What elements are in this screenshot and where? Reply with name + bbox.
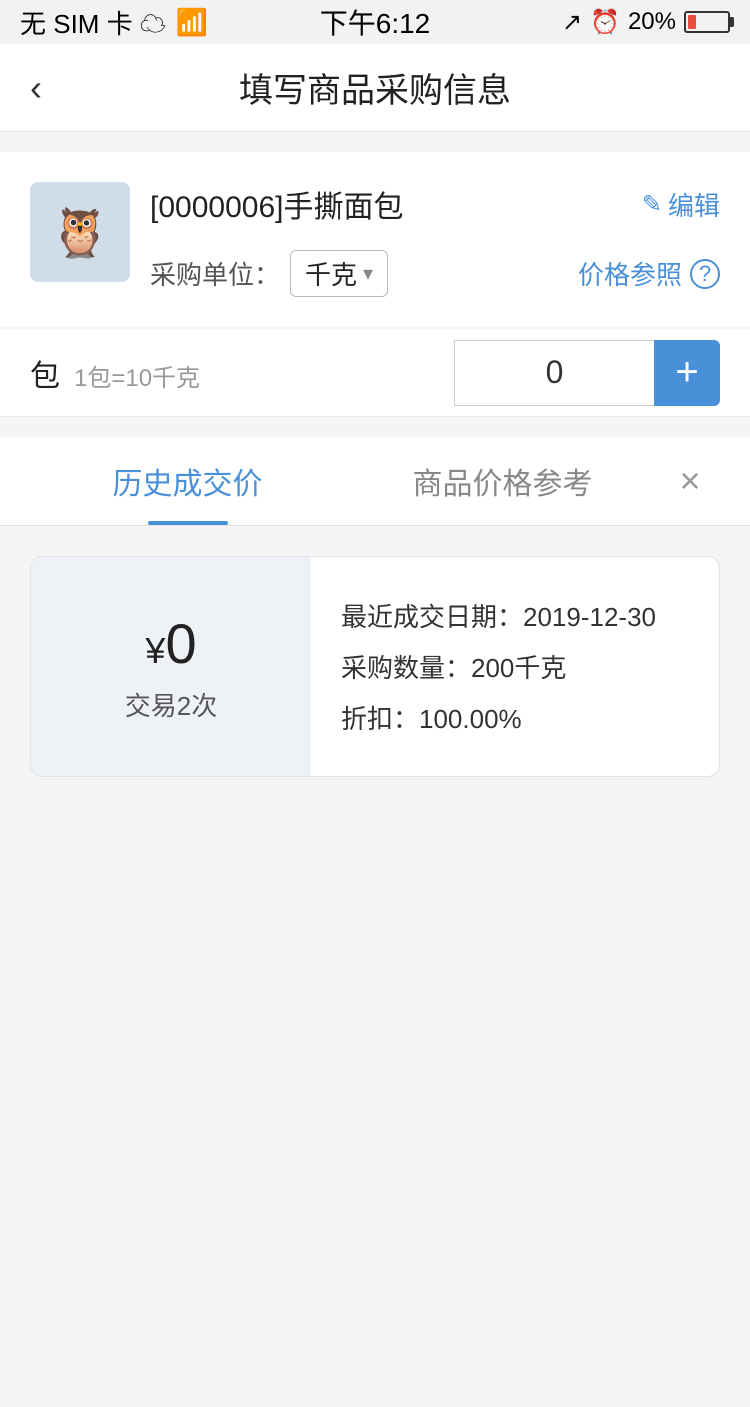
bottom-space — [0, 807, 750, 1407]
unit-left: 采购单位： 千克 ▾ — [150, 250, 388, 297]
quantity-section: 包 1包=10千克 0 + — [0, 329, 750, 417]
product-id: [0000006] — [150, 191, 283, 224]
edit-icon: ✎ — [642, 190, 662, 219]
question-icon: ? — [690, 259, 720, 289]
nav-bar: ‹ 填写商品采购信息 — [0, 44, 750, 132]
price-ref-label: 价格参照 — [578, 255, 682, 292]
quantity-unit-name: 包 — [30, 351, 60, 395]
latest-date-row: 最近成交日期：2019-12-30 — [341, 597, 689, 634]
page-title: 填写商品采购信息 — [239, 63, 511, 112]
battery-icon — [684, 11, 730, 33]
unit-value: 千克 — [305, 255, 357, 292]
price-value: 0 — [165, 612, 196, 675]
product-name-row: [0000006]手撕面包 ✎ 编辑 — [150, 182, 720, 226]
latest-date-value: 2019-12-30 — [523, 602, 656, 632]
product-card: 🦉 [0000006]手撕面包 ✎ 编辑 采购单位： 千克 ▾ 价格参照 — [0, 152, 750, 327]
wifi-icon: 📶 — [176, 7, 208, 38]
tab-historical-price-label: 历史成交价 — [113, 459, 263, 503]
latest-date-label: 最近成交日期： — [341, 602, 523, 632]
product-info: [0000006]手撕面包 ✎ 编辑 采购单位： 千克 ▾ 价格参照 ? — [150, 182, 720, 297]
alarm-icon: ⏰ — [590, 8, 620, 37]
status-right: ↗ ⏰ 20% — [562, 8, 730, 37]
tabs-header: 历史成交价 商品价格参考 × — [0, 437, 750, 525]
unit-label: 采购单位： — [150, 255, 280, 292]
product-title: 手撕面包 — [283, 191, 403, 224]
tabs-close-button[interactable]: × — [660, 437, 720, 525]
quantity-input[interactable]: 0 — [454, 340, 654, 406]
chevron-down-icon: ▾ — [363, 261, 373, 286]
quantity-input-group: 0 + — [454, 340, 720, 406]
quantity-value: 0 — [546, 354, 564, 391]
location-icon: ↗ — [562, 8, 582, 37]
tab-active-indicator — [148, 521, 228, 525]
status-time: 下午6:12 — [320, 2, 431, 42]
tab-historical-price[interactable]: 历史成交价 — [30, 437, 345, 525]
status-left: 无 SIM 卡 ☁ 📶 — [20, 4, 208, 41]
tab-product-price-ref-label: 商品价格参考 — [413, 459, 593, 503]
status-bar: 无 SIM 卡 ☁ 📶 下午6:12 ↗ ⏰ 20% — [0, 0, 750, 44]
quantity-conversion: 1包=10千克 — [74, 358, 200, 393]
price-amount: ¥0 — [145, 611, 196, 676]
product-name: [0000006]手撕面包 — [150, 182, 403, 226]
purchase-qty-label: 采购数量： — [341, 653, 471, 683]
product-thumbnail: 🦉 — [30, 182, 130, 282]
discount-value: 100.00% — [419, 704, 522, 734]
price-card: ¥0 交易2次 最近成交日期：2019-12-30 采购数量：200千克 折扣：… — [30, 556, 720, 777]
quantity-label: 包 1包=10千克 — [30, 351, 200, 395]
back-button[interactable]: ‹ — [30, 67, 42, 109]
edit-button[interactable]: ✎ 编辑 — [642, 186, 720, 223]
price-card-left: ¥0 交易2次 — [31, 557, 311, 776]
sim-label: 无 SIM 卡 ☁ — [20, 4, 166, 41]
battery-percent: 20% — [628, 8, 676, 36]
purchase-unit-row: 采购单位： 千克 ▾ 价格参照 ? — [150, 250, 720, 297]
discount-row: 折扣：100.00% — [341, 699, 689, 736]
currency-symbol: ¥ — [145, 630, 165, 671]
price-card-right: 最近成交日期：2019-12-30 采购数量：200千克 折扣：100.00% — [311, 557, 719, 776]
tabs-section: 历史成交价 商品价格参考 × — [0, 437, 750, 526]
price-reference-button[interactable]: 价格参照 ? — [578, 255, 720, 292]
purchase-qty-value: 200千克 — [471, 653, 566, 683]
price-trades: 交易2次 — [125, 686, 217, 723]
purchase-qty-row: 采购数量：200千克 — [341, 648, 689, 685]
product-icon: 🦉 — [50, 204, 110, 261]
quantity-plus-button[interactable]: + — [654, 340, 720, 406]
edit-label: 编辑 — [668, 186, 720, 223]
discount-label: 折扣： — [341, 704, 419, 734]
unit-select-dropdown[interactable]: 千克 ▾ — [290, 250, 388, 297]
tab-product-price-ref[interactable]: 商品价格参考 — [345, 437, 660, 525]
